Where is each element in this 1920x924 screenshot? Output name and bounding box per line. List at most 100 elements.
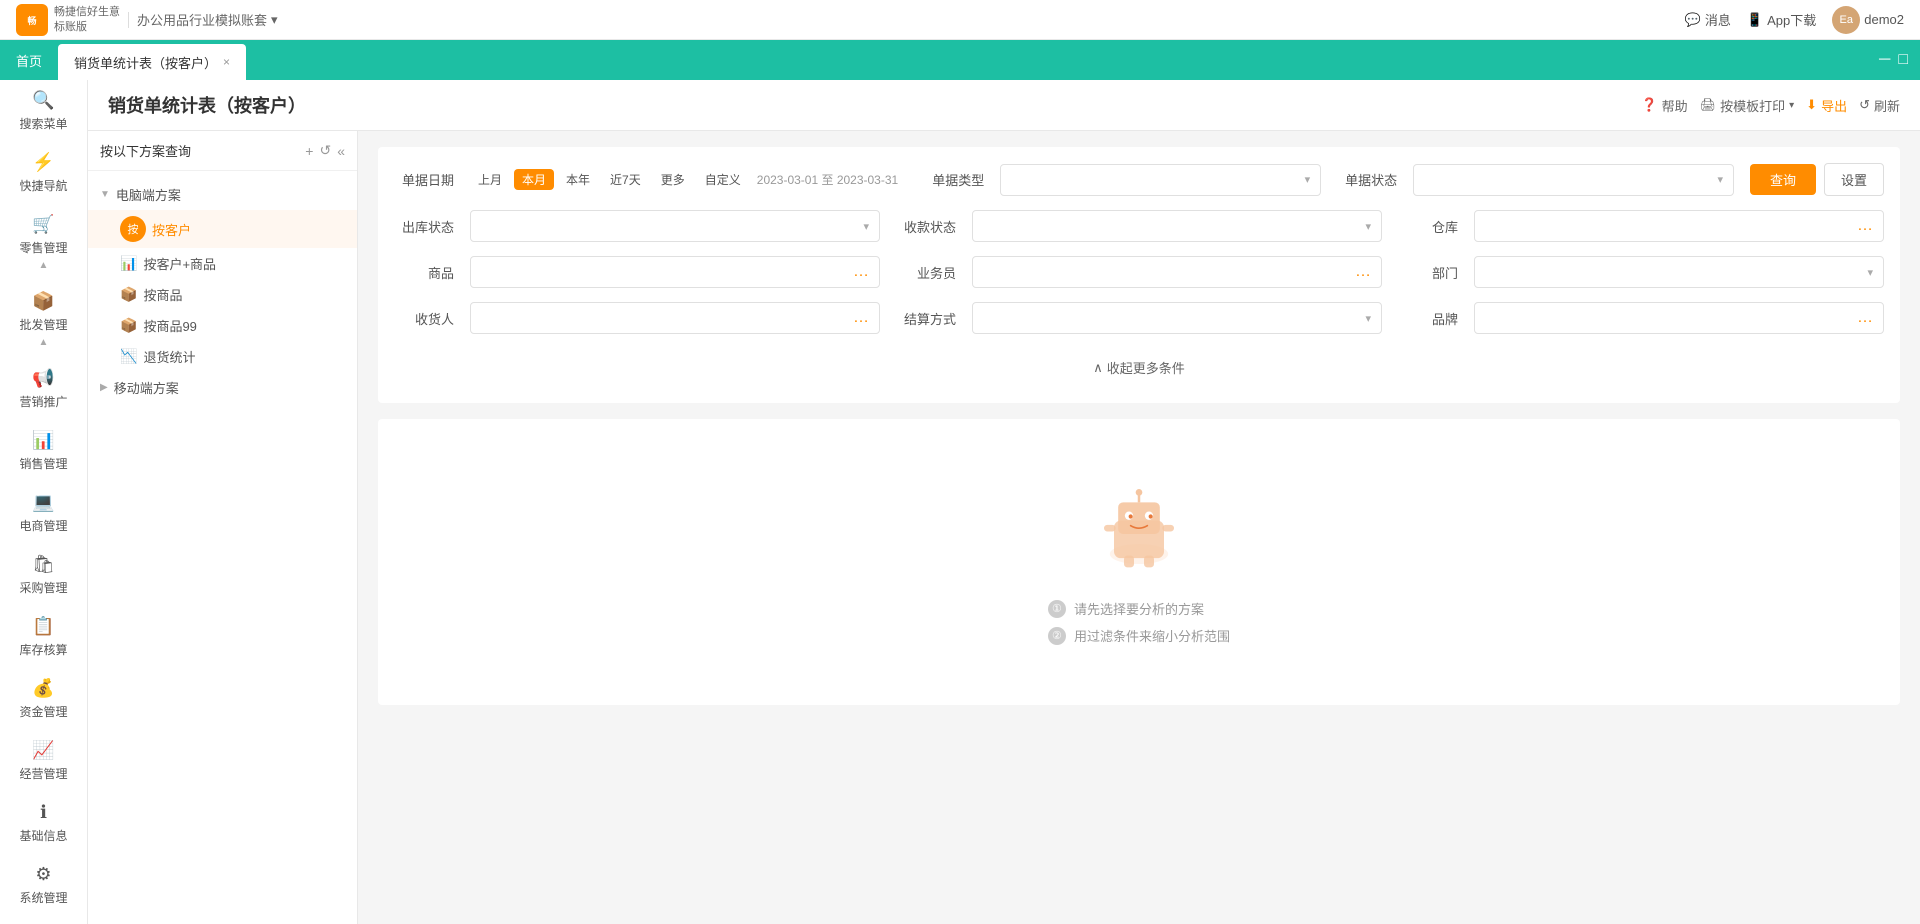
collapse-bar[interactable]: ∧ 收起更多条件 xyxy=(394,348,1884,387)
tab-sales-stats-label: 销货单统计表（按客户） xyxy=(74,53,217,72)
sidebar-item-wholesale[interactable]: 📦 批发管理 ▲ xyxy=(0,281,87,358)
sidebar-item-enterprise[interactable]: 🤝 企业协同 xyxy=(0,916,87,924)
date-btn-more[interactable]: 更多 xyxy=(653,169,693,190)
logo-icon: 畅 xyxy=(16,4,48,36)
scheme-tree: ▼ 电脑端方案 按 按客户 📊 按客户+商品 � xyxy=(88,171,357,411)
scheme-item-by-customer-goods[interactable]: 📊 按客户+商品 xyxy=(88,248,357,279)
scheme-add-icon[interactable]: + xyxy=(305,143,313,159)
collapse-arrow-icon: ∧ xyxy=(1093,360,1103,376)
desktop-group-label: 电脑端方案 xyxy=(116,185,181,204)
filter-row-2: 出库状态 ▾ 收款状态 ▾ 仓库 … xyxy=(394,210,1884,242)
scheme-tree-group-desktop-title[interactable]: ▼ 电脑端方案 xyxy=(88,179,357,210)
empty-tips: ① 请先选择要分析的方案 ② 用过滤条件来缩小分析范围 xyxy=(1048,599,1230,645)
tab-sales-stats[interactable]: 销货单统计表（按客户） × xyxy=(58,44,246,80)
brand-select[interactable]: … xyxy=(1474,302,1884,334)
logo-text: 畅捷信好生意 标账版 xyxy=(54,5,120,34)
doc-type-label: 单据类型 xyxy=(924,170,984,189)
sidebar-item-operation-label: 经营管理 xyxy=(19,765,67,782)
tree-arrow-right-icon: ▶ xyxy=(100,382,108,393)
warehouse-dots-icon[interactable]: … xyxy=(1857,217,1873,235)
sidebar-item-basics[interactable]: ℹ 基础信息 xyxy=(0,792,87,854)
brand-dots-icon[interactable]: … xyxy=(1857,309,1873,327)
inventory-icon: 📋 xyxy=(32,616,54,637)
main-layout: 🔍 搜索菜单 ⚡ 快捷导航 🛒 零售管理 ▲ 📦 批发管理 ▲ 📢 营销推广 📊… xyxy=(0,80,1920,924)
receiver-select[interactable]: … xyxy=(470,302,880,334)
out-status-select[interactable]: ▾ xyxy=(470,210,880,242)
scheme-tree-group-mobile-title[interactable]: ▶ 移动端方案 xyxy=(88,372,357,403)
date-btn-this-year[interactable]: 本年 xyxy=(558,169,598,190)
goods-select[interactable]: … xyxy=(470,256,880,288)
scheme-item-customer-goods-label: 按客户+商品 xyxy=(143,254,216,273)
nav-maximize-button[interactable]: □ xyxy=(1898,51,1908,69)
user-profile[interactable]: Ea demo2 xyxy=(1832,6,1904,34)
sidebar-item-sales[interactable]: 📊 销售管理 xyxy=(0,420,87,482)
print-icon: 🖨 xyxy=(1700,97,1717,113)
doc-status-select[interactable]: ▾ xyxy=(1413,164,1734,196)
app-download-button[interactable]: 📱 App下载 xyxy=(1747,10,1816,29)
search-icon: 🔍 xyxy=(32,90,54,111)
breadcrumb[interactable]: 办公用品行业模拟账套 ▾ xyxy=(137,10,278,29)
sidebar-item-inventory[interactable]: 📋 库存核算 xyxy=(0,606,87,668)
top-bar: 畅 畅捷信好生意 标账版 办公用品行业模拟账套 ▾ 💬 消息 📱 App下载 E… xyxy=(0,0,1920,40)
scheme-item-return-stats[interactable]: 📉 退货统计 xyxy=(88,341,357,372)
doc-type-chevron-icon: ▾ xyxy=(1305,173,1311,186)
settings-button[interactable]: 设置 xyxy=(1824,163,1884,196)
scheme-tree-group-mobile: ▶ 移动端方案 xyxy=(88,372,357,403)
receiver-dots-icon[interactable]: … xyxy=(853,309,869,327)
refresh-button[interactable]: ↺ 刷新 xyxy=(1859,96,1900,115)
message-button[interactable]: 💬 消息 xyxy=(1685,10,1731,29)
sidebar-item-system[interactable]: ⚙ 系统管理 xyxy=(0,854,87,916)
query-button[interactable]: 查询 xyxy=(1750,164,1816,195)
salesperson-select[interactable]: … xyxy=(972,256,1382,288)
sidebar-item-marketing[interactable]: 📢 营销推广 xyxy=(0,358,87,420)
scheme-item-by-goods-99[interactable]: 📦 按商品99 xyxy=(88,310,357,341)
scheme-item-by-goods[interactable]: 📦 按商品 xyxy=(88,279,357,310)
sidebar-item-ecommerce[interactable]: 💻 电商管理 xyxy=(0,482,87,544)
tip-1-text: 请先选择要分析的方案 xyxy=(1074,599,1204,618)
salesperson-label: 业务员 xyxy=(896,263,956,282)
nav-minimize-button[interactable]: ─ xyxy=(1879,51,1890,69)
quick-nav-icon: ⚡ xyxy=(32,152,54,173)
date-btn-last-month[interactable]: 上月 xyxy=(470,169,510,190)
scheme-item-by-customer[interactable]: 按 按客户 xyxy=(88,210,357,248)
scheme-refresh-icon[interactable]: ↺ xyxy=(319,142,331,159)
template-print-button[interactable]: 🖨 按模板打印 ▾ xyxy=(1700,96,1795,115)
sidebar-item-operation[interactable]: 📈 经营管理 xyxy=(0,730,87,792)
export-label: 导出 xyxy=(1821,96,1847,115)
sidebar-item-retail[interactable]: 🛒 零售管理 ▲ xyxy=(0,204,87,281)
settlement-select[interactable]: ▾ xyxy=(972,302,1382,334)
sidebar-item-inventory-label: 库存核算 xyxy=(19,641,67,658)
tab-home[interactable]: 首页 xyxy=(0,40,58,80)
out-status-label: 出库状态 xyxy=(394,217,454,236)
sidebar-item-quick-nav[interactable]: ⚡ 快捷导航 xyxy=(0,142,87,204)
doc-type-select[interactable]: ▾ xyxy=(1000,164,1321,196)
salesperson-dots-icon[interactable]: … xyxy=(1355,263,1371,281)
sidebar-item-purchase[interactable]: 🛍 采购管理 xyxy=(0,544,87,606)
date-btn-this-month[interactable]: 本月 xyxy=(514,169,554,190)
warehouse-select[interactable]: … xyxy=(1474,210,1884,242)
goods-label: 商品 xyxy=(394,263,454,282)
template-print-label: 按模板打印 xyxy=(1720,96,1785,115)
department-chevron-icon: ▾ xyxy=(1867,266,1873,279)
mobile-group-label: 移动端方案 xyxy=(114,378,179,397)
scheme-collapse-icon[interactable]: « xyxy=(337,143,345,159)
department-select[interactable]: ▾ xyxy=(1474,256,1884,288)
sidebar-item-finance[interactable]: 💰 资金管理 xyxy=(0,668,87,730)
help-button[interactable]: ❓ 帮助 xyxy=(1641,96,1687,115)
breadcrumb-arrow-icon: ▾ xyxy=(271,12,278,28)
date-btn-last-7-days[interactable]: 近7天 xyxy=(602,169,649,190)
date-btn-custom[interactable]: 自定义 xyxy=(697,169,749,190)
receipt-status-select[interactable]: ▾ xyxy=(972,210,1382,242)
goods-dots-icon[interactable]: … xyxy=(853,263,869,281)
avatar: Ea xyxy=(1832,6,1860,34)
export-button[interactable]: ⬇ 导出 xyxy=(1806,96,1847,115)
page-title: 销货单统计表（按客户） xyxy=(108,92,306,130)
sidebar-item-search[interactable]: 🔍 搜索菜单 xyxy=(0,80,87,142)
empty-state-icon xyxy=(1089,479,1189,579)
two-panel: 按以下方案查询 + ↺ « ▼ 电脑端方案 xyxy=(88,131,1920,924)
export-icon: ⬇ xyxy=(1806,97,1817,113)
tip-2-num: ② xyxy=(1048,627,1066,645)
customer-goods-icon: 📊 xyxy=(120,255,137,272)
scheme-item-return-stats-label: 退货统计 xyxy=(143,347,195,366)
tab-close-icon[interactable]: × xyxy=(223,55,230,69)
